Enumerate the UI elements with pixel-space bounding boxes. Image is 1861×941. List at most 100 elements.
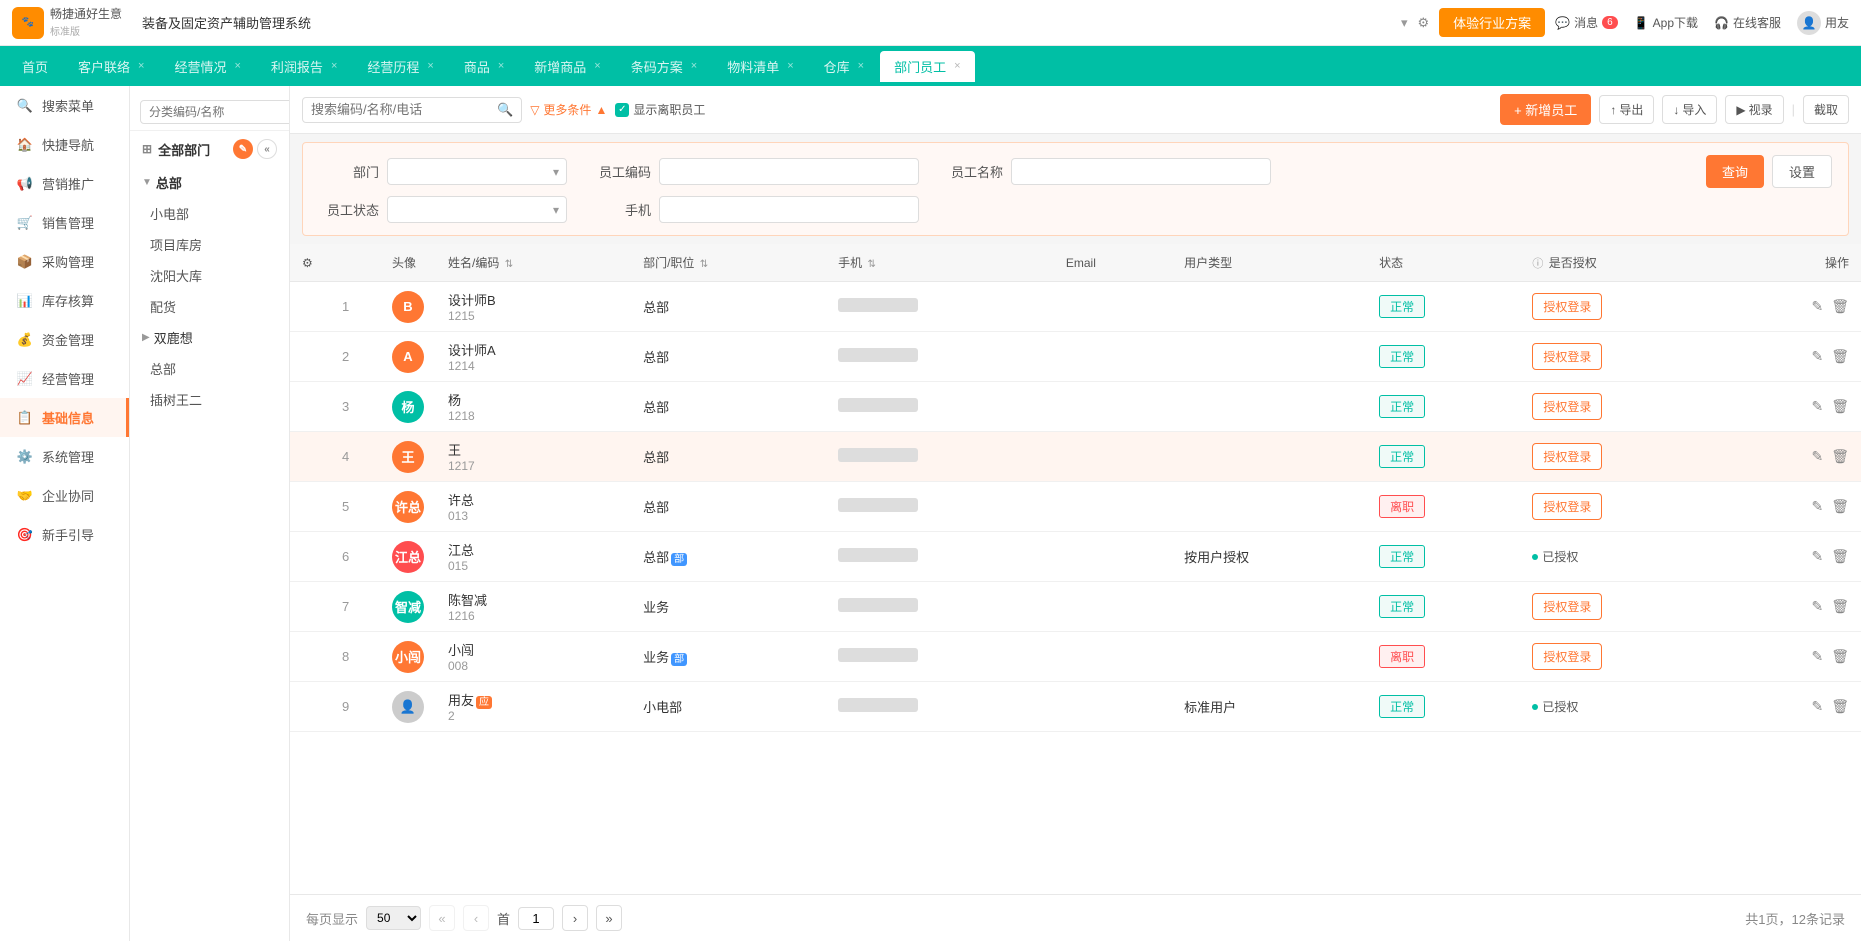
sidebar-item-marketing[interactable]: 📢 营销推广 (0, 164, 129, 203)
nav-tab-profit[interactable]: 利润报告 × (257, 51, 351, 82)
nav-tab-bom-close[interactable]: × (787, 60, 793, 72)
experience-btn[interactable]: 体验行业方案 (1439, 8, 1545, 37)
delete-icon[interactable]: 🗑 (1831, 448, 1849, 465)
auth-btn[interactable]: 授权登录 (1532, 493, 1602, 520)
dept-all-header[interactable]: ⊞ 全部部门 ✎ « (130, 131, 289, 167)
filter-reset-btn[interactable]: 设置 (1772, 155, 1832, 188)
next-page-btn[interactable]: › (562, 905, 588, 931)
nav-tab-addgoods-close[interactable]: × (594, 60, 600, 72)
last-page-btn[interactable]: » (596, 905, 622, 931)
nav-tab-customer[interactable]: 客户联络 × (64, 51, 158, 82)
phone-input[interactable] (659, 196, 919, 223)
edit-icon[interactable]: ✎ (1811, 298, 1823, 315)
nav-tab-warehouse-close[interactable]: × (858, 60, 864, 72)
edit-icon[interactable]: ✎ (1811, 598, 1823, 615)
delete-icon[interactable]: 🗑 (1831, 648, 1849, 665)
message-btn[interactable]: 💬 消息 6 (1555, 14, 1618, 31)
edit-icon[interactable]: ✎ (1811, 398, 1823, 415)
sidebar-item-inventory[interactable]: 📊 库存核算 (0, 281, 129, 320)
nav-tab-employee[interactable]: 部门员工 × (880, 51, 974, 82)
th-dept-position[interactable]: 部门/职位 ⇅ (631, 244, 826, 282)
delete-icon[interactable]: 🗑 (1831, 298, 1849, 315)
nav-tab-employee-close[interactable]: × (954, 60, 960, 72)
sidebar-item-search[interactable]: 🔍 搜索菜单 (0, 86, 129, 125)
dept-item-shenyangdaku[interactable]: 沈阳大库 (130, 260, 289, 291)
resigned-checkbox[interactable]: ✓ (615, 103, 629, 117)
sidebar-item-finance[interactable]: 💰 资金管理 (0, 320, 129, 359)
search-submit-icon[interactable]: 🔍 (497, 102, 513, 118)
nav-tab-goods-close[interactable]: × (498, 60, 504, 72)
auth-btn[interactable]: 授权登录 (1532, 293, 1602, 320)
edit-icon[interactable]: ✎ (1811, 348, 1823, 365)
import-btn[interactable]: ↓ 导入 (1662, 95, 1717, 124)
nav-tab-customer-close[interactable]: × (138, 60, 144, 72)
nav-tab-bom[interactable]: 物料清单 × (713, 51, 807, 82)
export-btn[interactable]: ↑ 导出 (1599, 95, 1654, 124)
nav-tab-barcode[interactable]: 条码方案 × (617, 51, 711, 82)
nav-tab-process[interactable]: 经营历程 × (353, 51, 447, 82)
first-page-btn[interactable]: « (429, 905, 455, 931)
dept-collapse-btn[interactable]: « (257, 139, 277, 159)
auth-btn[interactable]: 授权登录 (1532, 643, 1602, 670)
delete-icon[interactable]: 🗑 (1831, 548, 1849, 565)
online-service-btn[interactable]: 🎧 在线客服 (1714, 14, 1781, 31)
nav-tab-warehouse[interactable]: 仓库 × (810, 51, 878, 82)
page-size-select[interactable]: 50 20 100 (366, 906, 421, 930)
search-input[interactable] (311, 102, 491, 117)
dept-item-shuangluxiang[interactable]: ▶ 双鹿想 (130, 322, 289, 353)
dept-item-xiadianbu[interactable]: 小电部 (130, 198, 289, 229)
dept-item-zongbu2[interactable]: 总部 (130, 353, 289, 384)
nav-tab-addgoods[interactable]: 新增商品 × (520, 51, 614, 82)
view-btn[interactable]: ▶ 视录 (1725, 95, 1783, 124)
dept-item-chashuwanger[interactable]: 插树王二 (130, 384, 289, 415)
auth-btn[interactable]: 授权登录 (1532, 343, 1602, 370)
th-settings[interactable]: ⚙ (290, 244, 330, 282)
filter-search-btn[interactable]: 查询 (1706, 155, 1764, 188)
page-input[interactable] (518, 907, 554, 930)
edit-icon[interactable]: ✎ (1811, 548, 1823, 565)
more-filter-btn[interactable]: ▽ 更多条件 ▲ (530, 101, 607, 118)
delete-icon[interactable]: 🗑 (1831, 698, 1849, 715)
nav-tab-process-close[interactable]: × (427, 60, 433, 72)
dept-item-xiangmukufang[interactable]: 项目库房 (130, 229, 289, 260)
settings-icon[interactable]: ⚙ (1418, 15, 1430, 31)
sidebar-item-quicknav[interactable]: 🏠 快捷导航 (0, 125, 129, 164)
nav-tab-operations[interactable]: 经营情况 × (160, 51, 254, 82)
edit-icon[interactable]: ✎ (1811, 648, 1823, 665)
add-employee-btn[interactable]: + 新增员工 (1500, 94, 1591, 125)
delete-icon[interactable]: 🗑 (1831, 598, 1849, 615)
dept-search-input[interactable] (140, 100, 290, 124)
nav-tab-operations-close[interactable]: × (234, 60, 240, 72)
emp-status-select[interactable] (387, 196, 567, 223)
sidebar-item-guide[interactable]: 🎯 新手引导 (0, 515, 129, 554)
edit-icon[interactable]: ✎ (1811, 498, 1823, 515)
more-btn[interactable]: 截取 (1803, 95, 1849, 124)
sidebar-item-collab[interactable]: 🤝 企业协同 (0, 476, 129, 515)
edit-icon[interactable]: ✎ (1811, 448, 1823, 465)
nav-tab-profit-close[interactable]: × (331, 60, 337, 72)
th-phone[interactable]: 手机 ⇅ (826, 244, 1054, 282)
edit-icon[interactable]: ✎ (1811, 698, 1823, 715)
delete-icon[interactable]: 🗑 (1831, 348, 1849, 365)
sidebar-item-basic[interactable]: 📋 基础信息 (0, 398, 129, 437)
app-download-btn[interactable]: 📱 App下载 (1634, 14, 1698, 31)
emp-code-input[interactable] (659, 158, 919, 185)
dept-item-peihuo[interactable]: 配货 (130, 291, 289, 322)
prev-page-btn[interactable]: ‹ (463, 905, 489, 931)
dropdown-icon[interactable]: ▾ (1401, 15, 1408, 31)
user-btn[interactable]: 👤 用友 (1797, 11, 1849, 35)
emp-name-input[interactable] (1011, 158, 1271, 185)
auth-btn[interactable]: 授权登录 (1532, 593, 1602, 620)
show-resigned-toggle[interactable]: ✓ 显示离职员工 (615, 101, 705, 118)
delete-icon[interactable]: 🗑 (1831, 398, 1849, 415)
dept-edit-btn[interactable]: ✎ (233, 139, 253, 159)
sidebar-item-operations[interactable]: 📈 经营管理 (0, 359, 129, 398)
sidebar-item-system[interactable]: ⚙️ 系统管理 (0, 437, 129, 476)
nav-tab-home[interactable]: 首页 (8, 51, 62, 82)
auth-btn[interactable]: 授权登录 (1532, 393, 1602, 420)
sidebar-item-sales[interactable]: 🛒 销售管理 (0, 203, 129, 242)
sidebar-item-purchase[interactable]: 📦 采购管理 (0, 242, 129, 281)
nav-tab-goods[interactable]: 商品 × (450, 51, 518, 82)
delete-icon[interactable]: 🗑 (1831, 498, 1849, 515)
nav-tab-barcode-close[interactable]: × (691, 60, 697, 72)
